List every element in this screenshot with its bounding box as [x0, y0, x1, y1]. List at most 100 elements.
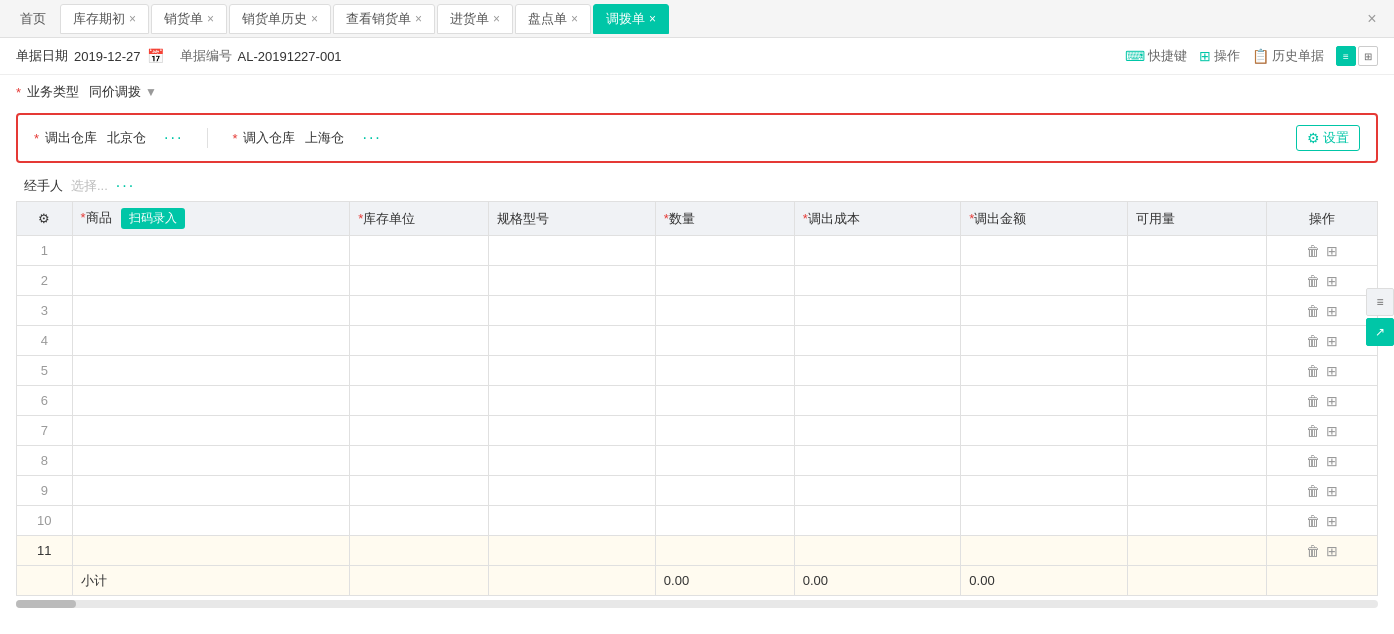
available-cell [1127, 236, 1266, 266]
transfer-in-label: 调入仓库 [243, 129, 295, 147]
spec-cell[interactable] [489, 236, 656, 266]
delete-icon[interactable]: 🗑 [1306, 393, 1320, 409]
transfer-in-field: * 调入仓库 上海仓 ··· [232, 129, 381, 147]
tab-close-purchase-order[interactable]: × [493, 13, 500, 25]
col-operation: 操作 [1266, 202, 1377, 236]
delete-icon[interactable]: 🗑 [1306, 363, 1320, 379]
tab-sales-order[interactable]: 销货单 × [151, 4, 227, 34]
tab-home[interactable]: 首页 [8, 4, 58, 34]
tab-transfer-order[interactable]: 调拨单 × [593, 4, 669, 34]
cost-cell[interactable] [794, 236, 961, 266]
sidebar-expand-btn[interactable]: ↗ [1366, 318, 1394, 346]
tab-inventory-check[interactable]: 盘点单 × [515, 4, 591, 34]
toolbar-row: 单据日期 2019-12-27 📅 单据编号 AL-20191227-001 ⌨… [0, 38, 1394, 75]
history-icon: 📋 [1252, 48, 1269, 64]
delete-icon[interactable]: 🗑 [1306, 333, 1320, 349]
toolbar-right: ⌨ 快捷键 ⊞ 操作 📋 历史单据 ≡ ⊞ [1125, 46, 1378, 66]
biz-type-select[interactable]: 同价调拨 ▼ [89, 83, 157, 101]
col-available: 可用量 [1127, 202, 1266, 236]
view-grid-icon[interactable]: ⊞ [1358, 46, 1378, 66]
tab-close-inventory-check[interactable]: × [571, 13, 578, 25]
delete-icon[interactable]: 🗑 [1306, 303, 1320, 319]
biz-type-required-star: * [16, 85, 21, 100]
biz-type-label: 业务类型 [27, 83, 79, 101]
transfer-out-dots-btn[interactable]: ··· [164, 129, 183, 147]
table-row: 2 🗑⊞ [17, 266, 1378, 296]
shortcut-btn[interactable]: ⌨ 快捷键 [1125, 47, 1187, 65]
main-content: 单据日期 2019-12-27 📅 单据编号 AL-20191227-001 ⌨… [0, 38, 1394, 634]
gear-icon[interactable]: ⚙ [38, 211, 50, 226]
table-row: 4 🗑⊞ [17, 326, 1378, 356]
tab-close-view-sales[interactable]: × [415, 13, 422, 25]
delete-icon[interactable]: 🗑 [1306, 423, 1320, 439]
copy-icon[interactable]: ⊞ [1326, 303, 1338, 319]
copy-icon[interactable]: ⊞ [1326, 333, 1338, 349]
table-container: ⚙ *商品 扫码录入 *库存单位 规格型号 *数量 *调出成本 [16, 201, 1378, 634]
tab-close-inventory-init[interactable]: × [129, 13, 136, 25]
view-icons-group: ≡ ⊞ [1336, 46, 1378, 66]
delete-icon[interactable]: 🗑 [1306, 543, 1320, 559]
table-row: 9 🗑⊞ [17, 476, 1378, 506]
date-field-group: 单据日期 2019-12-27 📅 [16, 47, 164, 65]
tab-close-sales-order[interactable]: × [207, 13, 214, 25]
unit-cell[interactable] [350, 236, 489, 266]
row-number: 1 [17, 236, 73, 266]
subtotal-amount: 0.00 [961, 566, 1128, 596]
person-select[interactable]: 选择... [71, 177, 108, 195]
tab-purchase-order[interactable]: 进货单 × [437, 4, 513, 34]
col-product: *商品 扫码录入 [72, 202, 350, 236]
items-table: ⚙ *商品 扫码录入 *库存单位 规格型号 *数量 *调出成本 [16, 201, 1378, 596]
date-value: 2019-12-27 [74, 49, 141, 64]
product-cell[interactable] [72, 236, 350, 266]
person-dots-btn[interactable]: ··· [116, 177, 135, 195]
col-cost: *调出成本 [794, 202, 961, 236]
copy-icon[interactable]: ⊞ [1326, 273, 1338, 289]
table-row: 6 🗑⊞ [17, 386, 1378, 416]
copy-icon[interactable]: ⊞ [1326, 513, 1338, 529]
history-btn[interactable]: 📋 历史单据 [1252, 47, 1324, 65]
person-label: 经手人 [16, 177, 63, 195]
settings-button[interactable]: ⚙ 设置 [1296, 125, 1360, 151]
tab-view-sales[interactable]: 查看销货单 × [333, 4, 435, 34]
delete-icon[interactable]: 🗑 [1306, 483, 1320, 499]
col-unit: *库存单位 [350, 202, 489, 236]
view-list-icon[interactable]: ≡ [1336, 46, 1356, 66]
amount-cell[interactable] [961, 236, 1128, 266]
transfer-out-value: 北京仓 [107, 129, 146, 147]
copy-icon[interactable]: ⊞ [1326, 423, 1338, 439]
operation-btn[interactable]: ⊞ 操作 [1199, 47, 1240, 65]
copy-icon[interactable]: ⊞ [1326, 363, 1338, 379]
col-gear: ⚙ [17, 202, 73, 236]
scan-entry-button[interactable]: 扫码录入 [121, 208, 185, 229]
copy-icon[interactable]: ⊞ [1326, 483, 1338, 499]
copy-icon[interactable]: ⊞ [1326, 543, 1338, 559]
copy-icon[interactable]: ⊞ [1326, 453, 1338, 469]
op-cell: 🗑 ⊞ [1266, 236, 1377, 266]
delete-icon[interactable]: 🗑 [1306, 243, 1320, 259]
tab-inventory-init[interactable]: 库存期初 × [60, 4, 149, 34]
qty-cell[interactable] [655, 236, 794, 266]
settings-right-area: ⚙ 设置 [1296, 125, 1360, 151]
transfer-in-star: * [232, 131, 237, 146]
doc-number-label: 单据编号 [180, 47, 232, 65]
delete-icon[interactable]: 🗑 [1306, 513, 1320, 529]
sidebar-list-btn[interactable]: ≡ [1366, 288, 1394, 316]
delete-icon[interactable]: 🗑 [1306, 273, 1320, 289]
tab-sales-history[interactable]: 销货单历史 × [229, 4, 331, 34]
right-sidebar: ≡ ↗ [1366, 288, 1394, 346]
copy-icon[interactable]: ⊞ [1326, 243, 1338, 259]
table-row: 1 🗑 ⊞ [17, 236, 1378, 266]
subtotal-label: 小计 [72, 566, 350, 596]
tab-close-transfer-order[interactable]: × [649, 13, 656, 25]
subtotal-data-row: 小计 0.00 0.00 0.00 [17, 566, 1378, 596]
calendar-icon[interactable]: 📅 [147, 48, 164, 64]
window-close-button[interactable]: × [1358, 5, 1386, 33]
delete-icon[interactable]: 🗑 [1306, 453, 1320, 469]
warehouse-settings-area: * 调出仓库 北京仓 ··· * 调入仓库 上海仓 ··· ⚙ 设置 [16, 113, 1378, 163]
table-header-row: ⚙ *商品 扫码录入 *库存单位 规格型号 *数量 *调出成本 [17, 202, 1378, 236]
copy-icon[interactable]: ⊞ [1326, 393, 1338, 409]
transfer-out-field: * 调出仓库 北京仓 ··· [34, 129, 183, 147]
biz-type-arrow-icon: ▼ [145, 85, 157, 99]
transfer-in-dots-btn[interactable]: ··· [362, 129, 381, 147]
tab-close-sales-history[interactable]: × [311, 13, 318, 25]
